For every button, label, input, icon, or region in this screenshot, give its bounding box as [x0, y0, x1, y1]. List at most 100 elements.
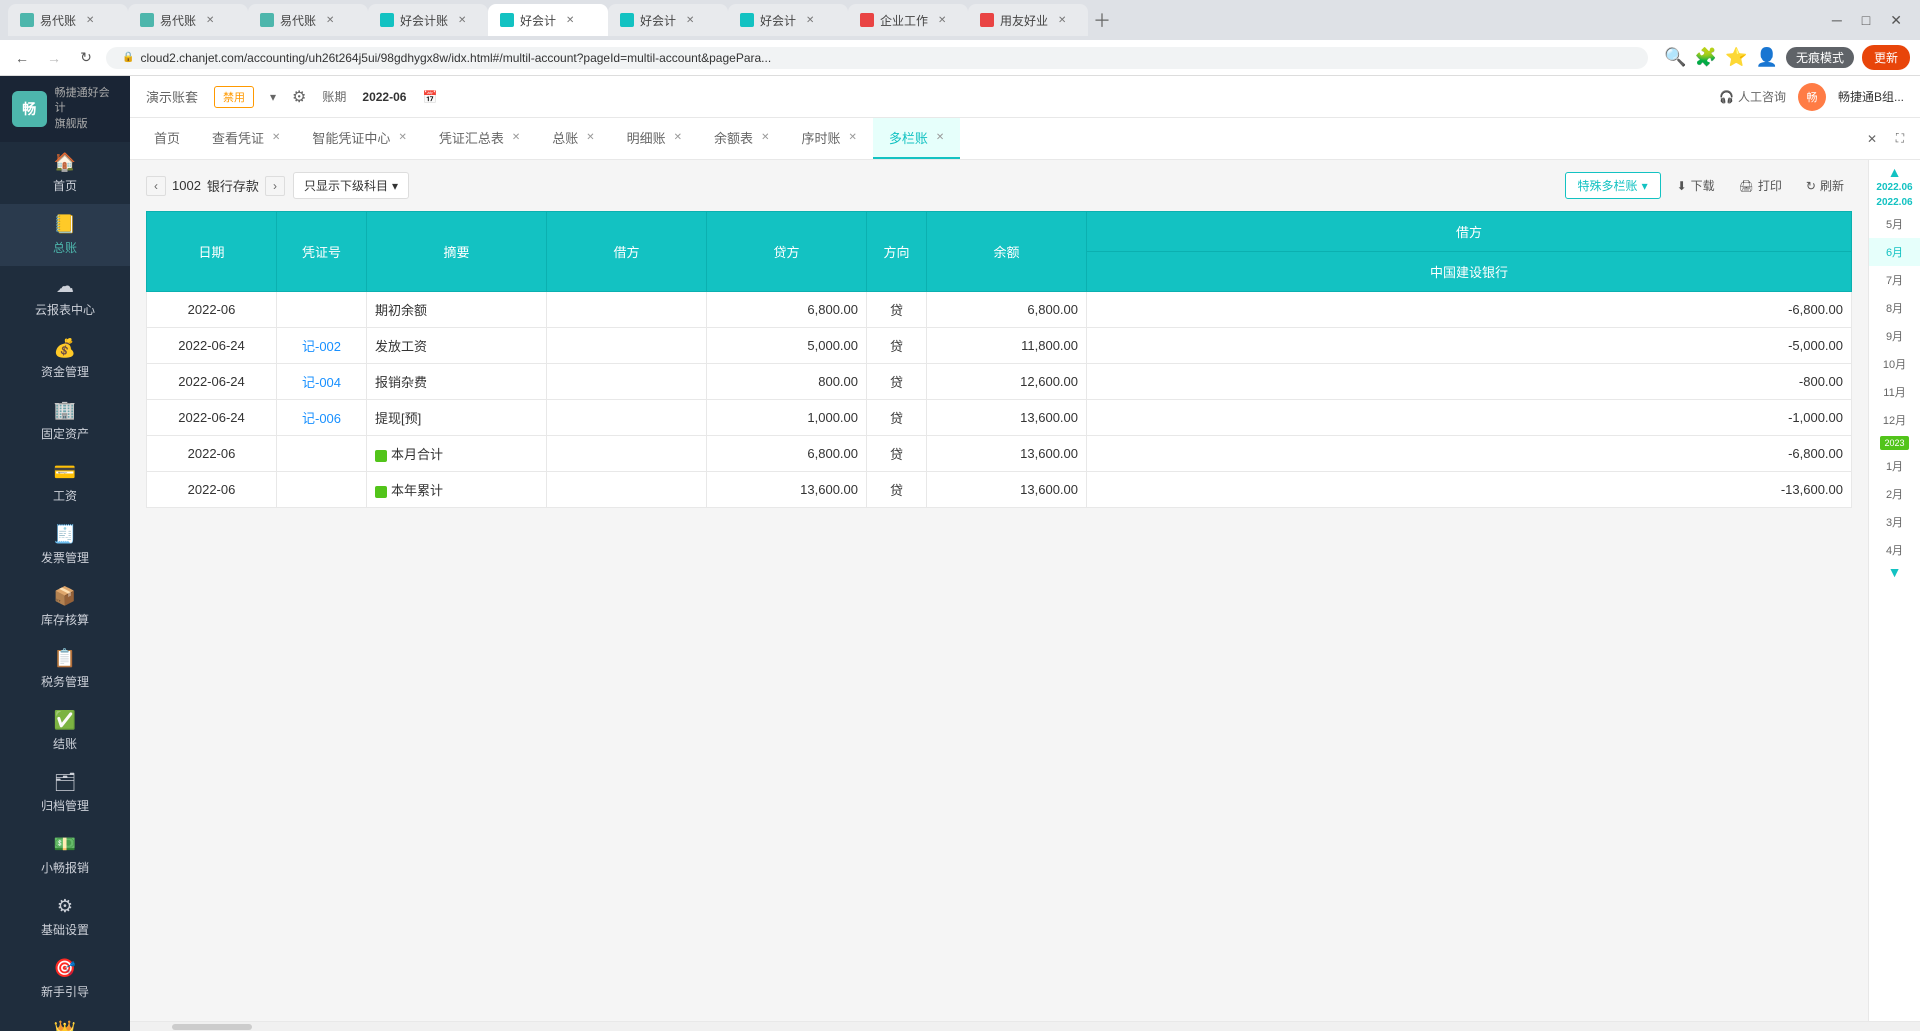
scrollbar-area[interactable] — [130, 1021, 1920, 1031]
tab-haohuiji-1[interactable]: 好会计账 ✕ — [368, 4, 488, 36]
timeline-month-11[interactable]: 11月 — [1869, 378, 1920, 406]
extension-icon[interactable]: 🧩 — [1695, 47, 1717, 68]
timeline-2023-month-4[interactable]: 4月 — [1869, 536, 1920, 564]
support-button[interactable]: 🎧 人工咨询 — [1719, 88, 1786, 105]
tab-close-icon[interactable]: ✕ — [761, 132, 769, 143]
tab-haohuiji-4[interactable]: 好会计 ✕ — [728, 4, 848, 36]
tab-close-icon[interactable]: ✕ — [936, 132, 944, 143]
timeline-month-12[interactable]: 12月 — [1869, 406, 1920, 434]
sidebar-item-guide[interactable]: 🎯 新手引导 — [0, 948, 130, 1010]
sidebar-item-fixed-assets[interactable]: 🏢 固定资产 — [0, 390, 130, 452]
tab-close-icon[interactable]: ✕ — [848, 132, 856, 143]
update-button[interactable]: 更新 — [1862, 45, 1910, 70]
nav-next-button[interactable]: › — [265, 176, 285, 196]
refresh-button[interactable]: ↻ 刷新 — [1798, 173, 1852, 198]
sidebar-item-salary[interactable]: 💳 工资 — [0, 452, 130, 514]
tab-close-icon[interactable]: ✕ — [206, 15, 214, 26]
sidebar-item-home[interactable]: 🏠 首页 — [0, 142, 130, 204]
profile-icon[interactable]: 👤 — [1756, 47, 1778, 68]
tab-yidaizhang-1[interactable]: 易代账 ✕ — [8, 4, 128, 36]
tab-multi-column[interactable]: 多栏账 ✕ — [873, 118, 960, 159]
tab-enterprise[interactable]: 企业工作 ✕ — [848, 4, 968, 36]
tab-close-icon[interactable]: ✕ — [1058, 15, 1066, 26]
new-tab-button[interactable]: ＋ — [1088, 6, 1116, 34]
nav-back[interactable]: ← — [10, 46, 34, 70]
tab-yidaizhang-3[interactable]: 易代账 ✕ — [248, 4, 368, 36]
print-button[interactable]: 🖨 打印 — [1731, 173, 1790, 198]
tab-voucher-summary[interactable]: 凭证汇总表 ✕ — [423, 118, 536, 159]
tab-detail-ledger[interactable]: 明细账 ✕ — [611, 118, 698, 159]
window-maximize[interactable]: □ — [1852, 12, 1880, 28]
timeline-down-arrow[interactable]: ▼ — [1888, 564, 1902, 580]
sidebar-item-inventory[interactable]: 📦 库存核算 — [0, 576, 130, 638]
close-tab-button[interactable]: ✕ — [1860, 127, 1884, 151]
cell-voucher — [277, 292, 367, 328]
tab-chronological[interactable]: 序时账 ✕ — [785, 118, 872, 159]
voucher-link[interactable]: 记-004 — [302, 375, 341, 390]
window-close[interactable]: ✕ — [1880, 12, 1912, 29]
dropdown-arrow-icon[interactable]: ▾ — [270, 90, 276, 104]
sidebar-item-close-account[interactable]: ✅ 结账 — [0, 700, 130, 762]
sidebar-item-settings[interactable]: ⚙ 基础设置 — [0, 886, 130, 948]
tab-close-icon[interactable]: ✕ — [674, 132, 682, 143]
voucher-link[interactable]: 记-006 — [302, 411, 341, 426]
settings-gear-icon[interactable]: ⚙ — [292, 87, 306, 107]
tab-haohuiji-3[interactable]: 好会计 ✕ — [608, 4, 728, 36]
timeline-month-10[interactable]: 10月 — [1869, 350, 1920, 378]
tab-close-icon[interactable]: ✕ — [458, 15, 466, 26]
sidebar-item-ledger[interactable]: 📒 总账 — [0, 204, 130, 266]
sidebar-item-label: 云报表中心 — [35, 301, 95, 318]
expand-tab-button[interactable]: ⛶ — [1888, 127, 1912, 151]
incognito-button[interactable]: 无痕模式 — [1786, 47, 1854, 68]
sidebar-item-invoice[interactable]: 🧾 发票管理 — [0, 514, 130, 576]
calendar-icon[interactable]: 📅 — [422, 90, 437, 104]
tab-close-icon[interactable]: ✕ — [512, 132, 520, 143]
nav-forward[interactable]: → — [42, 46, 66, 70]
timeline-up-arrow[interactable]: ▲ — [1888, 164, 1902, 180]
tab-yonyou[interactable]: 用友好业 ✕ — [968, 4, 1088, 36]
timeline-2023-month-2[interactable]: 2月 — [1869, 480, 1920, 508]
window-minimize[interactable]: ─ — [1822, 12, 1852, 28]
sidebar-item-tax[interactable]: 📋 税务管理 — [0, 638, 130, 700]
address-bar[interactable]: 🔒 cloud2.chanjet.com/accounting/uh26t264… — [106, 47, 1648, 69]
sidebar-item-funds[interactable]: 💰 资金管理 — [0, 328, 130, 390]
nav-reload[interactable]: ↻ — [74, 46, 98, 70]
download-button[interactable]: ⬇ 下载 — [1669, 173, 1723, 198]
tab-close-icon[interactable]: ✕ — [86, 15, 94, 26]
sidebar-item-archive[interactable]: 🗂 归档管理 — [0, 762, 130, 824]
tab-close-icon[interactable]: ✕ — [272, 132, 280, 143]
timeline-2023-month-1[interactable]: 1月 — [1869, 452, 1920, 480]
timeline-month-8[interactable]: 8月 — [1869, 294, 1920, 322]
sidebar-item-membership[interactable]: 👑 畅会员 — [0, 1010, 130, 1031]
timeline-month-9[interactable]: 9月 — [1869, 322, 1920, 350]
demo-badge[interactable]: 禁用 — [214, 86, 254, 108]
bookmark-icon[interactable]: ⭐ — [1725, 47, 1747, 68]
timeline-2023-month-3[interactable]: 3月 — [1869, 508, 1920, 536]
nav-prev-button[interactable]: ‹ — [146, 176, 166, 196]
sidebar-item-cloud-report[interactable]: ☁ 云报表中心 — [0, 266, 130, 328]
scrollbar-thumb[interactable] — [172, 1024, 252, 1030]
tab-close-icon[interactable]: ✕ — [566, 15, 574, 26]
timeline-month-7[interactable]: 7月 — [1869, 266, 1920, 294]
tab-close-icon[interactable]: ✕ — [398, 132, 406, 143]
sidebar-item-expense[interactable]: 💵 小畅报销 — [0, 824, 130, 886]
tab-close-icon[interactable]: ✕ — [326, 15, 334, 26]
tab-yidaizhang-2[interactable]: 易代账 ✕ — [128, 4, 248, 36]
tab-balance[interactable]: 余额表 ✕ — [698, 118, 785, 159]
tab-view-voucher[interactable]: 查看凭证 ✕ — [196, 118, 296, 159]
tab-close-icon[interactable]: ✕ — [806, 15, 814, 26]
tab-smart-voucher[interactable]: 智能凭证中心 ✕ — [296, 118, 422, 159]
tab-home[interactable]: 首页 — [138, 118, 196, 159]
search-icon[interactable]: 🔍 — [1664, 47, 1686, 68]
tab-general-ledger[interactable]: 总账 ✕ — [536, 118, 610, 159]
timeline-month-5[interactable]: 5月 — [1869, 210, 1920, 238]
cell-balance: 13,600.00 — [927, 472, 1087, 508]
tab-close-icon[interactable]: ✕ — [938, 15, 946, 26]
special-button[interactable]: 特殊多栏账 ▾ — [1565, 172, 1661, 199]
voucher-link[interactable]: 记-002 — [302, 339, 341, 354]
tab-close-icon[interactable]: ✕ — [686, 15, 694, 26]
filter-select[interactable]: 只显示下级科目 ▾ — [293, 172, 409, 199]
tab-haohuiji-2[interactable]: 好会计 ✕ — [488, 4, 608, 36]
tab-close-icon[interactable]: ✕ — [586, 132, 594, 143]
timeline-month-6[interactable]: 6月 — [1869, 238, 1920, 266]
